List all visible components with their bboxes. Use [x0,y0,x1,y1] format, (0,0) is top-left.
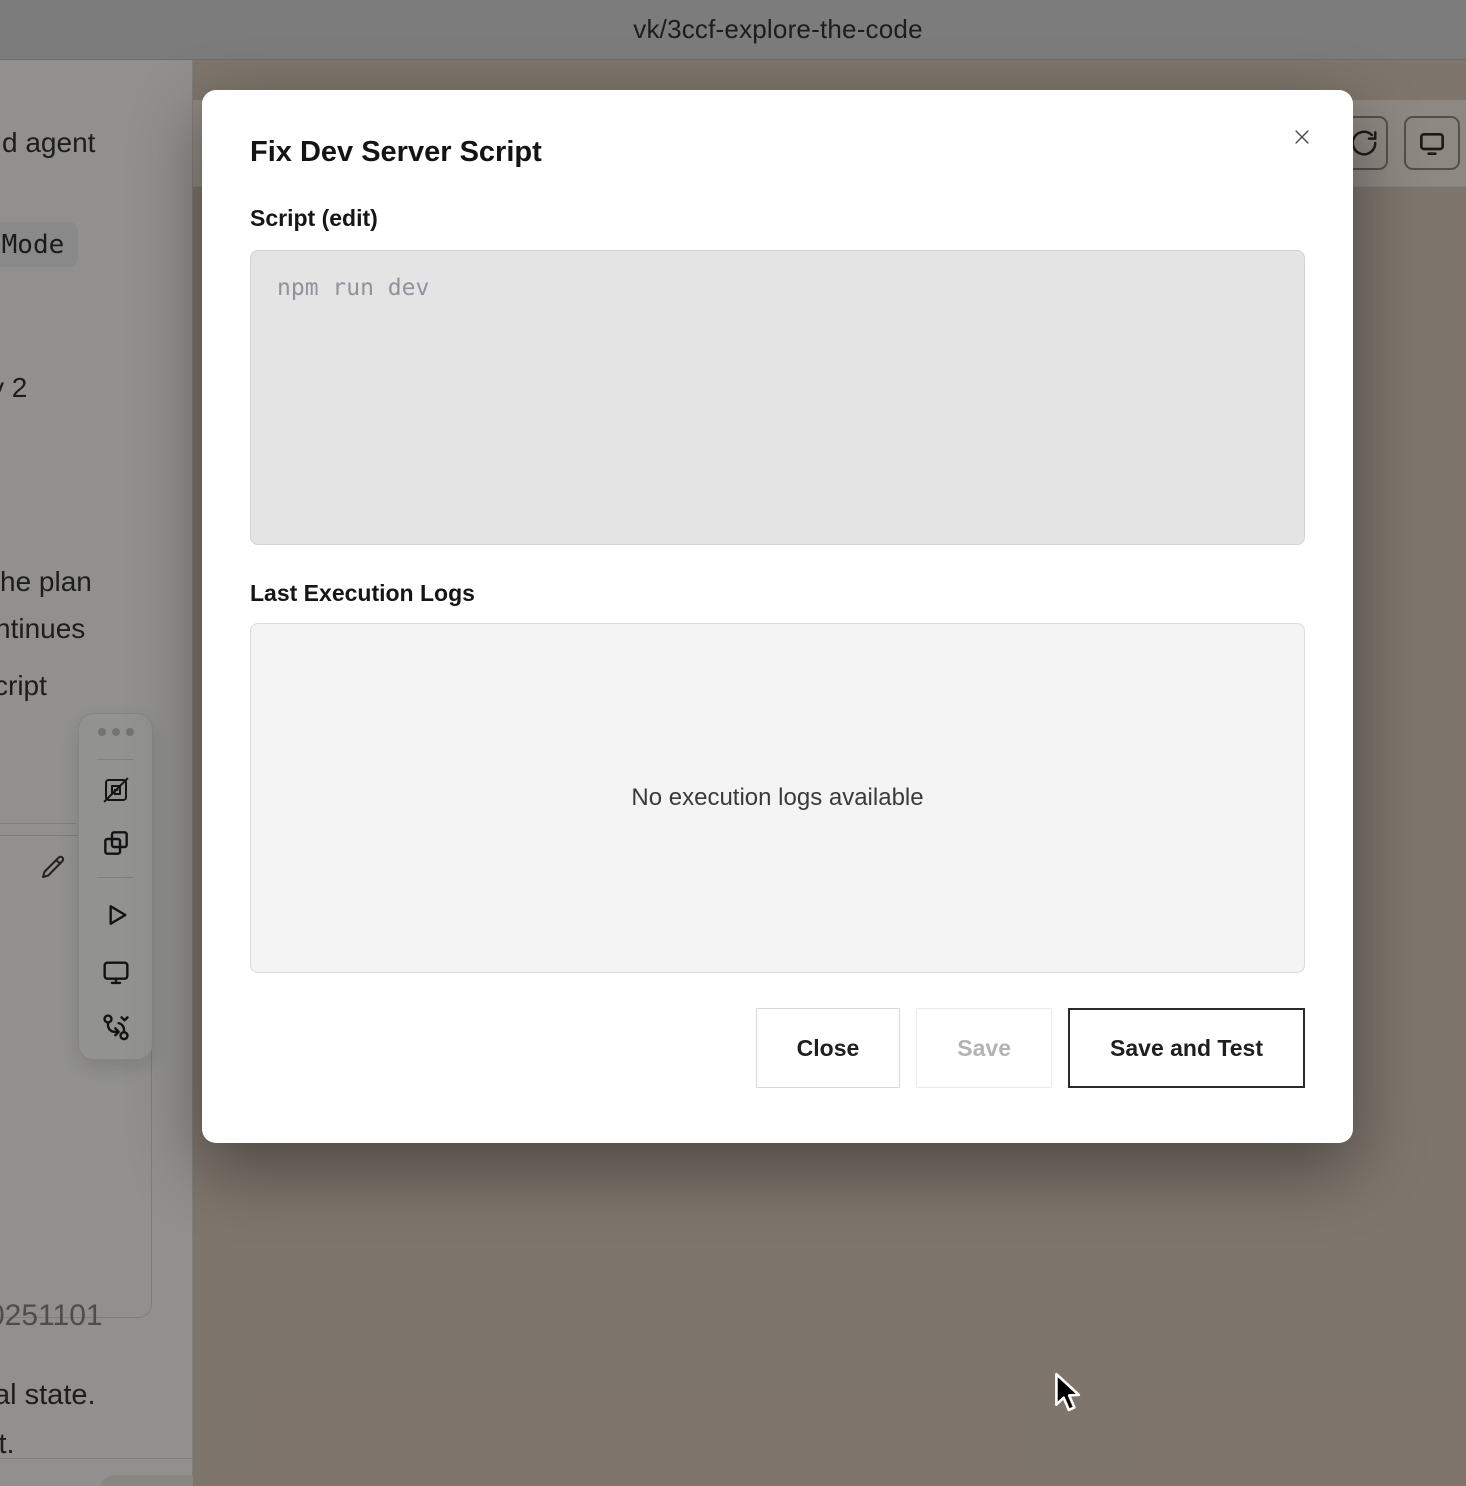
close-icon[interactable] [1285,120,1319,154]
logs-label: Last Execution Logs [250,580,475,606]
logs-empty-message: No execution logs available [631,784,924,811]
screen: vk/3ccf-explore-the-code d agent nMode y… [0,0,1466,1486]
dialog-footer: Close Save Save and Test [250,1008,1305,1088]
fix-dev-server-dialog: Fix Dev Server Script Script (edit) Last… [202,90,1353,1143]
script-label: Script (edit) [250,205,378,231]
close-button[interactable]: Close [755,1008,901,1088]
save-and-test-button[interactable]: Save and Test [1068,1008,1305,1088]
script-input[interactable] [250,250,1305,545]
dialog-title: Fix Dev Server Script [250,136,542,168]
execution-logs-box: No execution logs available [250,623,1305,973]
save-button[interactable]: Save [916,1008,1053,1088]
